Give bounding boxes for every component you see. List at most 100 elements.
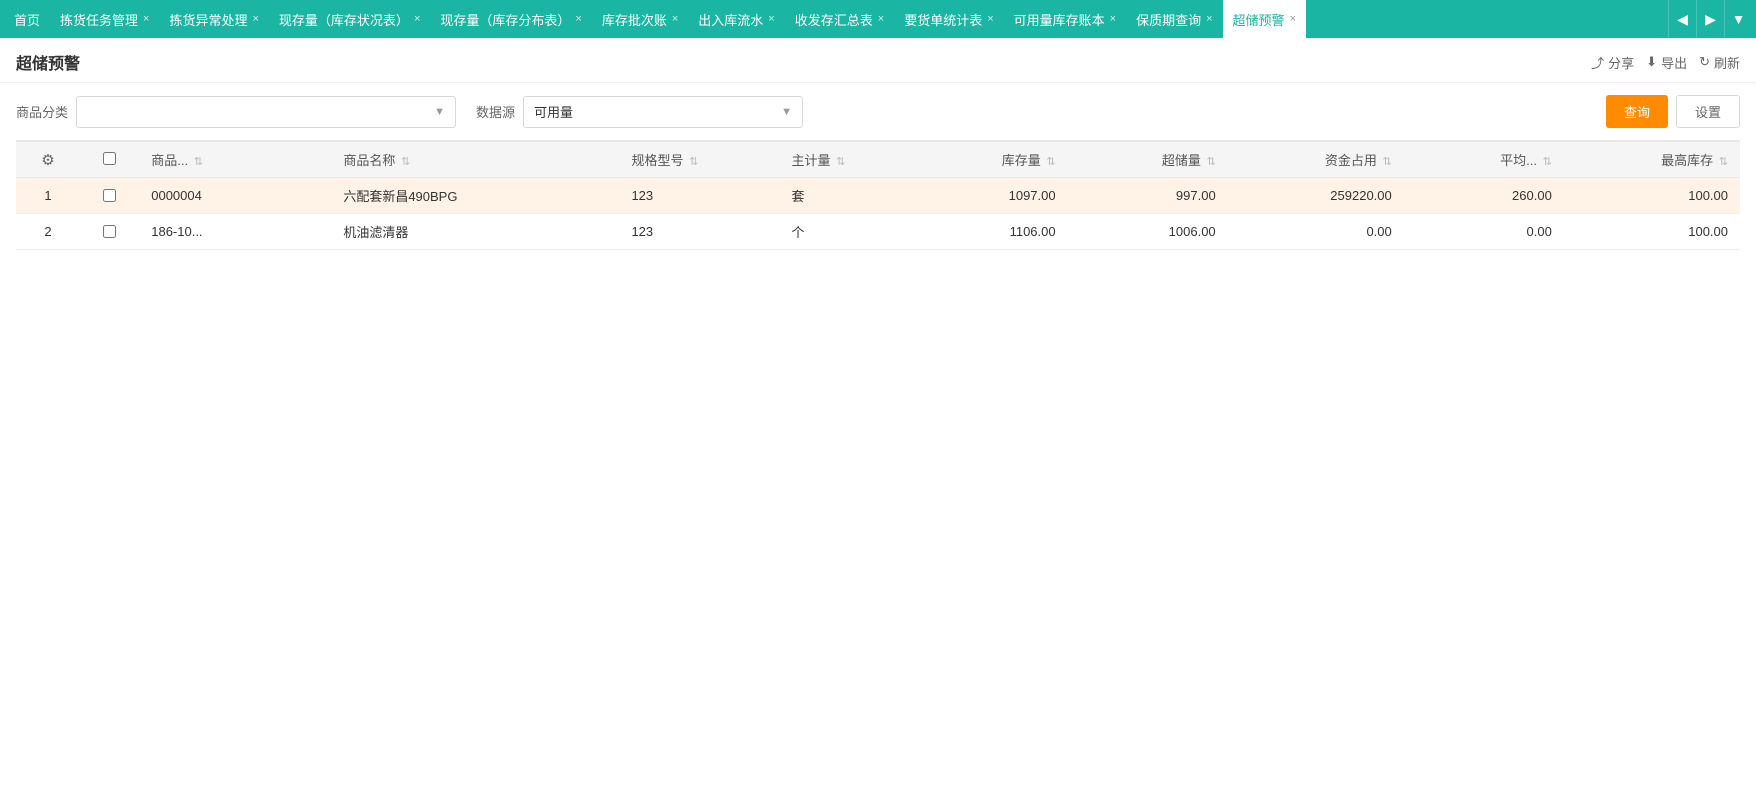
row-checkbox[interactable]	[103, 225, 116, 238]
row-code: 0000004	[139, 178, 331, 214]
close-icon[interactable]: ×	[987, 13, 993, 25]
chevron-down-icon: ▼	[781, 106, 792, 118]
row-name: 六配套新昌490BPG	[331, 178, 619, 214]
refresh-icon: ↻	[1699, 54, 1710, 70]
nav-arrows: ◀ ▶ ▼	[1668, 0, 1752, 38]
sort-icon[interactable]: ⇅	[401, 156, 410, 168]
th-settings: ⚙	[16, 142, 80, 178]
sort-icon[interactable]: ⇅	[1383, 156, 1392, 168]
close-icon[interactable]: ×	[575, 13, 581, 25]
row-seq: 2	[16, 214, 80, 250]
page-container: 超储预警 ⤴ 分享 ⬇ 导出 ↻ 刷新 商品分类 ▼ 数据源	[0, 38, 1756, 800]
row-over: 1006.00	[1068, 214, 1228, 250]
row-checkbox[interactable]	[103, 189, 116, 202]
close-icon[interactable]: ×	[1290, 13, 1296, 25]
row-seq: 1	[16, 178, 80, 214]
nav-stock-dist[interactable]: 现存量（库存分布表） ×	[430, 0, 591, 38]
category-select[interactable]: ▼	[76, 96, 456, 128]
close-icon[interactable]: ×	[878, 13, 884, 25]
close-icon[interactable]: ×	[1110, 13, 1116, 25]
row-max: 100.00	[1564, 214, 1740, 250]
nav-next-arrow[interactable]: ▶	[1696, 0, 1724, 38]
row-avg: 260.00	[1404, 178, 1564, 214]
th-over: 超储量 ⇅	[1068, 142, 1228, 178]
table-row: 2 186-10... 机油滤清器 123 个 1106.00 1006.00 …	[16, 214, 1740, 250]
nav-task-mgmt[interactable]: 拣货任务管理 ×	[50, 0, 159, 38]
row-stock: 1106.00	[908, 214, 1068, 250]
category-filter: 商品分类 ▼	[16, 96, 456, 128]
th-avg: 平均... ⇅	[1404, 142, 1564, 178]
th-spec: 规格型号 ⇅	[619, 142, 779, 178]
row-spec: 123	[619, 178, 779, 214]
chevron-down-icon: ▼	[434, 106, 445, 118]
top-nav: 首页 拣货任务管理 × 拣货异常处理 × 现存量（库存状况表） × 现存量（库存…	[0, 0, 1756, 38]
filter-actions: 查询 设置	[1606, 95, 1740, 128]
close-icon[interactable]: ×	[672, 13, 678, 25]
nav-home[interactable]: 首页	[4, 0, 50, 38]
nav-inout[interactable]: 出入库流水 ×	[688, 0, 784, 38]
row-check	[80, 178, 139, 214]
nav-summary[interactable]: 收发存汇总表 ×	[785, 0, 894, 38]
select-all-checkbox[interactable]	[103, 152, 116, 165]
query-button[interactable]: 查询	[1606, 95, 1668, 128]
th-name: 商品名称 ⇅	[331, 142, 619, 178]
row-check	[80, 214, 139, 250]
sort-icon[interactable]: ⇅	[1543, 156, 1552, 168]
datasource-value: 可用量	[534, 102, 573, 121]
sort-icon[interactable]: ⇅	[1719, 156, 1728, 168]
close-icon[interactable]: ×	[143, 13, 149, 25]
row-name: 机油滤清器	[331, 214, 619, 250]
nav-stock-status[interactable]: 现存量（库存状况表） ×	[269, 0, 430, 38]
nav-available[interactable]: 可用量库存账本 ×	[1004, 0, 1126, 38]
datasource-filter: 数据源 可用量 ▼	[476, 96, 803, 128]
filter-bar: 商品分类 ▼ 数据源 可用量 ▼ 查询 设置	[0, 83, 1756, 140]
row-capital: 0.00	[1228, 214, 1404, 250]
refresh-button[interactable]: ↻ 刷新	[1699, 53, 1740, 72]
th-code: 商品... ⇅	[139, 142, 331, 178]
row-stock: 1097.00	[908, 178, 1068, 214]
nav-overstock[interactable]: 超储预警 ×	[1223, 0, 1306, 38]
th-capital: 资金占用 ⇅	[1228, 142, 1404, 178]
header-actions: ⤴ 分享 ⬇ 导出 ↻ 刷新	[1591, 53, 1740, 72]
sort-icon[interactable]: ⇅	[1206, 156, 1215, 168]
share-icon: ⤴	[1591, 53, 1604, 72]
th-stock: 库存量 ⇅	[908, 142, 1068, 178]
close-icon[interactable]: ×	[414, 13, 420, 25]
settings-button[interactable]: 设置	[1676, 95, 1740, 128]
sort-icon[interactable]: ⇅	[194, 156, 203, 168]
row-unit: 套	[780, 178, 908, 214]
row-max: 100.00	[1564, 178, 1740, 214]
data-table: ⚙ 商品... ⇅ 商品名称 ⇅ 规格型号 ⇅	[16, 141, 1740, 250]
close-icon[interactable]: ×	[768, 13, 774, 25]
nav-batch[interactable]: 库存批次账 ×	[592, 0, 688, 38]
datasource-select[interactable]: 可用量 ▼	[523, 96, 803, 128]
sort-icon[interactable]: ⇅	[689, 156, 698, 168]
row-code: 186-10...	[139, 214, 331, 250]
nav-exception[interactable]: 拣货异常处理 ×	[159, 0, 268, 38]
export-icon: ⬇	[1646, 54, 1657, 70]
table-header-row: ⚙ 商品... ⇅ 商品名称 ⇅ 规格型号 ⇅	[16, 142, 1740, 178]
nav-more-arrow[interactable]: ▼	[1724, 0, 1752, 38]
th-max: 最高库存 ⇅	[1564, 142, 1740, 178]
gear-icon[interactable]: ⚙	[41, 152, 54, 169]
th-unit: 主计量 ⇅	[780, 142, 908, 178]
share-button[interactable]: ⤴ 分享	[1591, 53, 1634, 72]
page-header: 超储预警 ⤴ 分享 ⬇ 导出 ↻ 刷新	[0, 38, 1756, 83]
nav-shelf-life[interactable]: 保质期查询 ×	[1126, 0, 1222, 38]
page-title: 超储预警	[16, 50, 80, 74]
table-wrapper: ⚙ 商品... ⇅ 商品名称 ⇅ 规格型号 ⇅	[0, 141, 1756, 250]
sort-icon[interactable]: ⇅	[836, 156, 845, 168]
export-button[interactable]: ⬇ 导出	[1646, 53, 1687, 72]
sort-icon[interactable]: ⇅	[1046, 156, 1055, 168]
category-label: 商品分类	[16, 102, 68, 121]
row-unit: 个	[780, 214, 908, 250]
row-avg: 0.00	[1404, 214, 1564, 250]
close-icon[interactable]: ×	[252, 13, 258, 25]
table-row: 1 0000004 六配套新昌490BPG 123 套 1097.00 997.…	[16, 178, 1740, 214]
row-over: 997.00	[1068, 178, 1228, 214]
close-icon[interactable]: ×	[1206, 13, 1212, 25]
datasource-label: 数据源	[476, 102, 515, 121]
row-capital: 259220.00	[1228, 178, 1404, 214]
nav-order-stat[interactable]: 要货单统计表 ×	[894, 0, 1003, 38]
nav-prev-arrow[interactable]: ◀	[1668, 0, 1696, 38]
